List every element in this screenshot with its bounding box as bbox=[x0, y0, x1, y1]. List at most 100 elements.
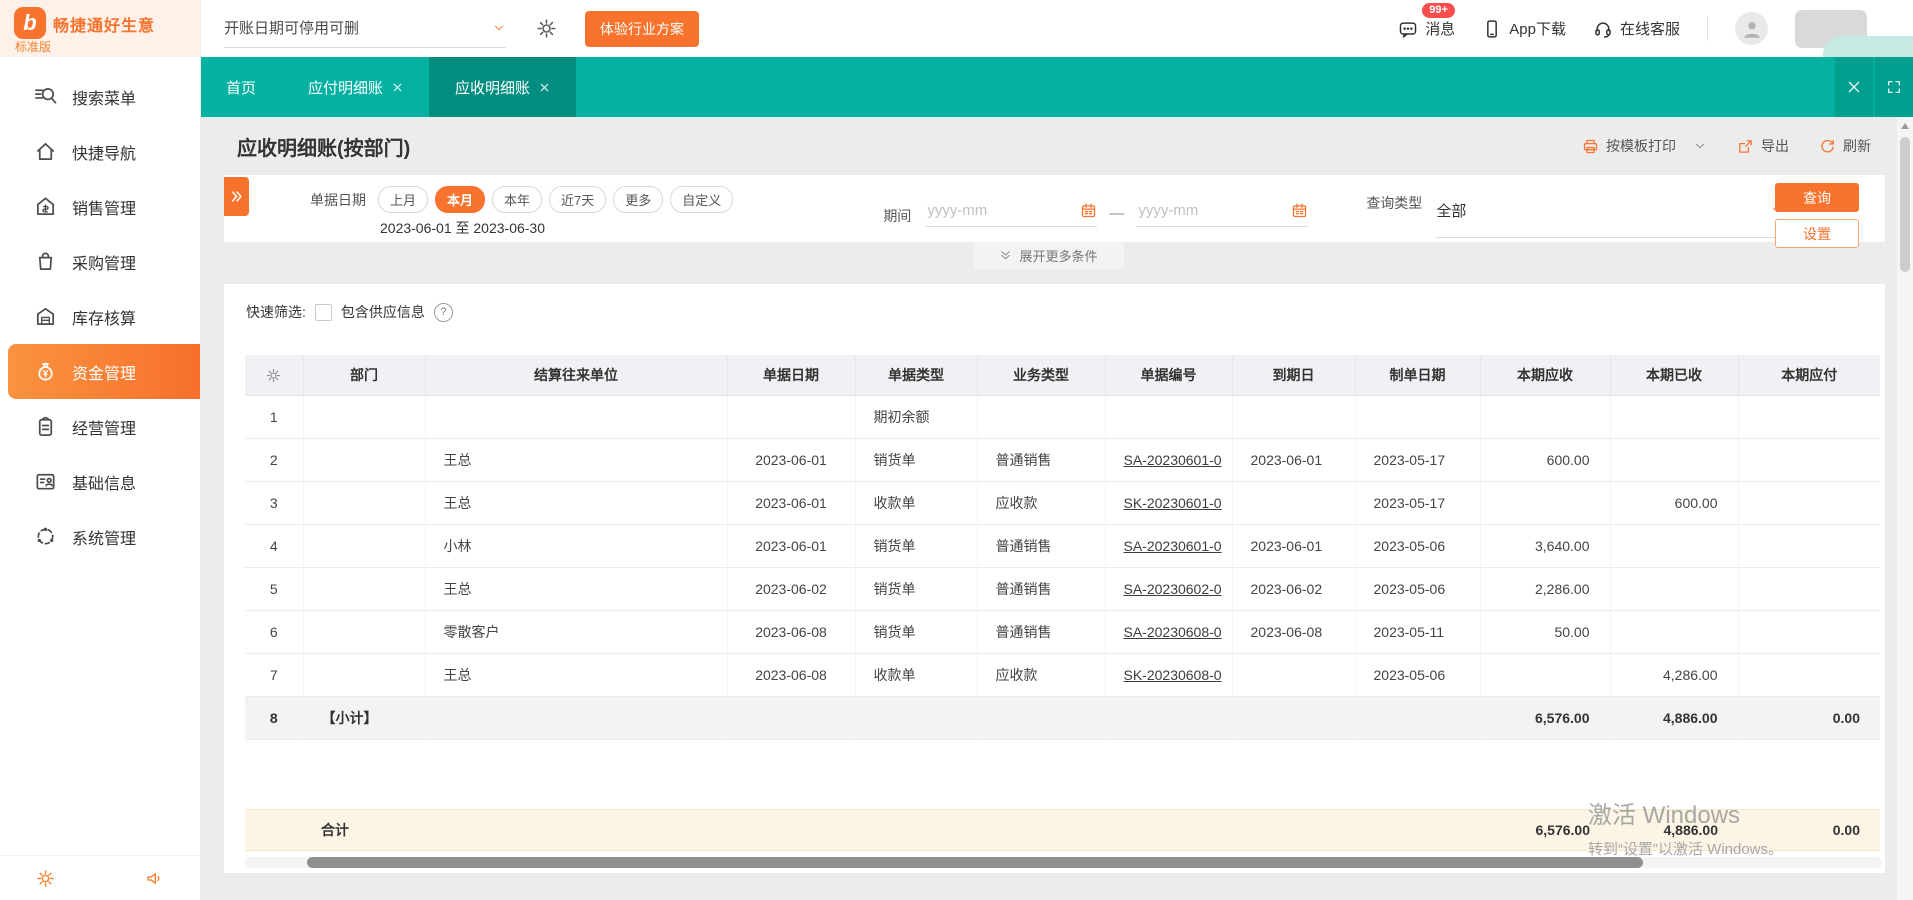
date-chip-3[interactable]: 近7天 bbox=[549, 186, 607, 213]
cell-received: 600.00 bbox=[1610, 481, 1739, 525]
doc-number-link[interactable]: SK-20230608-0 bbox=[1124, 667, 1222, 683]
trial-industry-button[interactable]: 体验行业方案 bbox=[585, 10, 699, 47]
print-by-template-button[interactable]: 按模板打印 bbox=[1582, 136, 1707, 156]
scroll-up-arrow-icon[interactable] bbox=[1901, 123, 1909, 129]
system-icon bbox=[34, 525, 57, 548]
table-row: 3 王总 2023-06-01 收款单 应收款 SK-20230601-0 2023-05-… bbox=[245, 481, 1880, 525]
doc-number-link[interactable]: SA-20230602-0 bbox=[1124, 581, 1222, 597]
printer-icon bbox=[1582, 138, 1599, 155]
search-menu-icon bbox=[34, 85, 57, 108]
column-header[interactable]: 部门 bbox=[303, 355, 426, 396]
online-service-button[interactable]: 在线客服 bbox=[1593, 18, 1680, 39]
column-header[interactable]: 本期应收 bbox=[1480, 355, 1611, 396]
sidebar-item-1[interactable]: 快捷导航 bbox=[0, 124, 200, 179]
date-chip-5[interactable]: 自定义 bbox=[670, 186, 734, 213]
column-header[interactable]: 单据日期 bbox=[727, 355, 856, 396]
app-download-button[interactable]: App下载 bbox=[1482, 18, 1566, 39]
query-type-select[interactable]: 全部 bbox=[1436, 189, 1785, 238]
close-all-tabs-icon[interactable] bbox=[1835, 57, 1873, 117]
horizontal-scrollbar-thumb[interactable] bbox=[307, 857, 1643, 868]
doc-number-link[interactable]: SA-20230608-0 bbox=[1124, 624, 1222, 640]
sidebar-item-2[interactable]: 销售管理 bbox=[0, 179, 200, 234]
sidebar-item-7[interactable]: 基础信息 bbox=[0, 454, 200, 509]
fullscreen-icon[interactable] bbox=[1875, 57, 1913, 117]
row-number: 1 bbox=[245, 395, 304, 439]
total-cell: 4,886.00 bbox=[1610, 809, 1738, 851]
column-header[interactable]: 结算往来单位 bbox=[425, 355, 728, 396]
doc-number-link[interactable]: SA-20230601-0 bbox=[1124, 452, 1222, 468]
account-period-dropdown[interactable]: 开账日期可停用可删 bbox=[224, 9, 506, 48]
cell-receivable: 50.00 bbox=[1480, 610, 1611, 654]
period-separator: — bbox=[1109, 205, 1125, 222]
sidebar-item-label: 采购管理 bbox=[72, 255, 137, 273]
user-avatar[interactable] bbox=[1735, 12, 1768, 45]
period-start-input[interactable] bbox=[925, 200, 1040, 220]
tab-2[interactable]: 应收明细账 bbox=[429, 57, 577, 117]
row-number: 2 bbox=[245, 438, 304, 482]
table-row: 1 期初余额 bbox=[245, 395, 1880, 439]
table-row: 7 王总 2023-06-08 收款单 应收款 SK-20230608-0 2023-05-… bbox=[245, 653, 1880, 697]
sidebar-item-3[interactable]: 采购管理 bbox=[0, 234, 200, 289]
cell-received bbox=[1610, 610, 1739, 654]
search-button[interactable]: 查询 bbox=[1775, 183, 1859, 212]
sidebar-item-5[interactable]: 资金管理 bbox=[8, 344, 200, 399]
refresh-button[interactable]: 刷新 bbox=[1819, 136, 1871, 156]
cell-doc_date: 2023-06-08 bbox=[727, 610, 856, 654]
date-chip-2[interactable]: 本年 bbox=[492, 186, 543, 213]
column-header[interactable]: 到期日 bbox=[1232, 355, 1356, 396]
column-header[interactable]: 单据编号 bbox=[1105, 355, 1233, 396]
cell-doc_type: 销货单 bbox=[855, 610, 978, 654]
column-header[interactable]: 业务类型 bbox=[977, 355, 1106, 396]
help-question-icon[interactable]: ? bbox=[433, 302, 453, 322]
cell-payable: 0.00 bbox=[1738, 696, 1880, 740]
collapse-filter-expander[interactable] bbox=[224, 177, 249, 216]
date-chip-1[interactable]: 本月 bbox=[435, 186, 486, 213]
cell-doc_no: SA-20230608-0 bbox=[1105, 610, 1233, 654]
chevron-down-icon[interactable] bbox=[1693, 139, 1707, 153]
date-chip-4[interactable]: 更多 bbox=[613, 186, 664, 213]
column-header[interactable]: 本期已收 bbox=[1610, 355, 1739, 396]
cell-receivable: 2,286.00 bbox=[1480, 567, 1611, 611]
cell-payable bbox=[1738, 653, 1880, 697]
topbar: 开账日期可停用可删 体验行业方案 99+ 消息 App下载 在线客服 bbox=[200, 0, 1913, 57]
cell-doc_no: SA-20230601-0 bbox=[1105, 524, 1233, 568]
column-settings-gear-icon[interactable] bbox=[246, 368, 302, 383]
topbar-divider bbox=[1707, 16, 1708, 41]
messages-button[interactable]: 99+ 消息 bbox=[1398, 3, 1455, 39]
sidebar-item-6[interactable]: 经营管理 bbox=[0, 399, 200, 454]
topbar-gear-icon[interactable] bbox=[536, 18, 557, 39]
cell-dept bbox=[303, 438, 426, 482]
vertical-scrollbar-thumb[interactable] bbox=[1900, 137, 1910, 272]
settings-button[interactable]: 设置 bbox=[1775, 219, 1859, 248]
cell-due_date bbox=[1232, 481, 1356, 525]
calendar-icon[interactable] bbox=[1291, 202, 1308, 219]
announcement-speaker-icon[interactable] bbox=[145, 869, 164, 888]
sidebar-item-8[interactable]: 系统管理 bbox=[0, 509, 200, 564]
table-panel: 快速筛选: 包含供应信息 ? 部门 结算往来单位 单据日期 单据类型 业务类型 单据编号到… bbox=[224, 284, 1885, 873]
include-supply-checkbox[interactable] bbox=[314, 303, 332, 321]
cell-biz_type bbox=[977, 696, 1106, 740]
export-button[interactable]: 导出 bbox=[1737, 136, 1789, 156]
close-tab-icon[interactable] bbox=[392, 82, 403, 93]
column-header[interactable]: 本期应付 bbox=[1738, 355, 1880, 396]
column-header[interactable]: 单据类型 bbox=[855, 355, 978, 396]
sidebar-item-4[interactable]: 库存核算 bbox=[0, 289, 200, 344]
column-header[interactable]: 制单日期 bbox=[1355, 355, 1481, 396]
period-end-input[interactable] bbox=[1136, 200, 1251, 220]
cell-doc_no: SK-20230601-0 bbox=[1105, 481, 1233, 525]
total-label: 合计 bbox=[303, 809, 425, 851]
table-row: 2 王总 2023-06-01 销货单 普通销售 SA-20230601-0 2023-06… bbox=[245, 438, 1880, 482]
date-chip-0[interactable]: 上月 bbox=[378, 186, 429, 213]
calendar-icon[interactable] bbox=[1080, 202, 1097, 219]
tabbar-controls bbox=[1835, 57, 1913, 117]
tab-1[interactable]: 应付明细账 bbox=[282, 57, 429, 117]
close-tab-icon[interactable] bbox=[539, 82, 550, 93]
tab-0[interactable]: 首页 bbox=[200, 57, 282, 117]
doc-number-link[interactable]: SK-20230601-0 bbox=[1124, 495, 1222, 511]
sidebar-item-0[interactable]: 搜索菜单 bbox=[0, 69, 200, 124]
cell-payable bbox=[1738, 567, 1880, 611]
settings-gear-icon[interactable] bbox=[36, 869, 55, 888]
doc-number-link[interactable]: SA-20230601-0 bbox=[1124, 538, 1222, 554]
total-cell bbox=[1232, 809, 1355, 851]
expand-more-conditions-button[interactable]: 展开更多条件 bbox=[973, 242, 1124, 269]
